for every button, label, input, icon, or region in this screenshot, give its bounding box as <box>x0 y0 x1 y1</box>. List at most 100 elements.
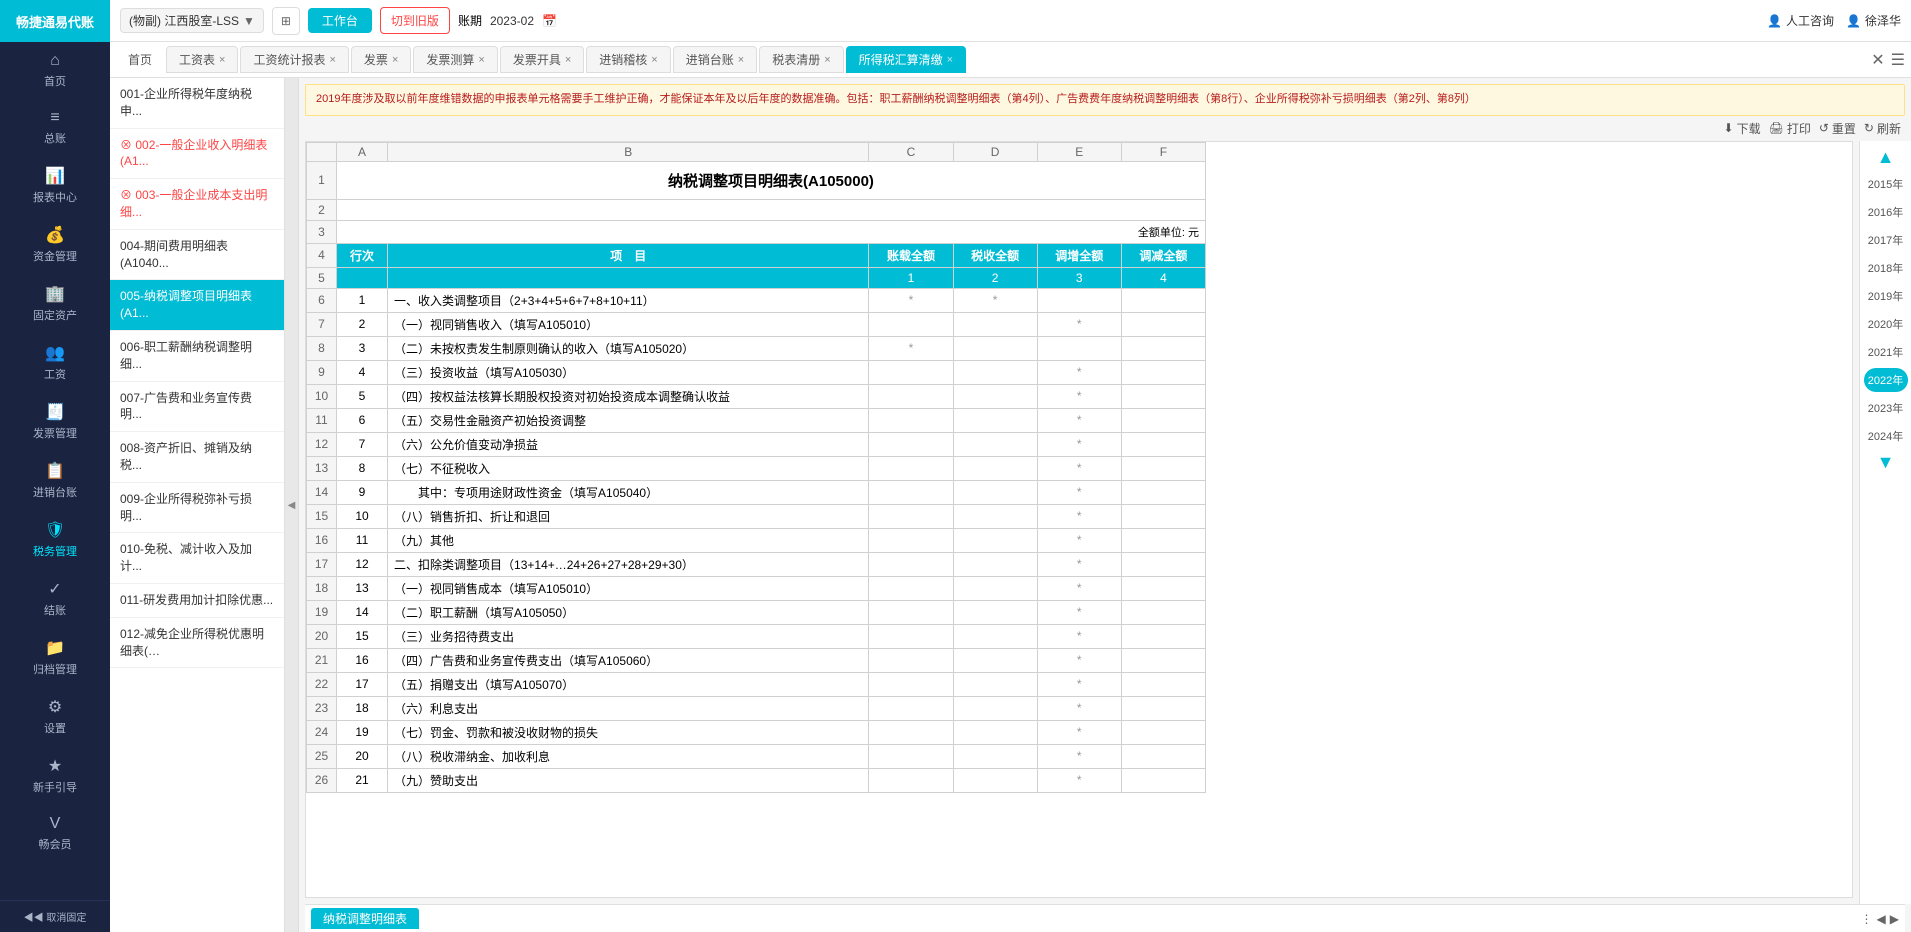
spreadsheet[interactable]: A B C D E F 1 纳税调 <box>305 141 1853 898</box>
left-item-010[interactable]: 010-免税、减计收入及加计... <box>110 533 284 584</box>
sidebar-item-invoice-ledger[interactable]: 📋 进销台账 <box>0 451 110 510</box>
tabbar-menu-icon[interactable]: ☰ <box>1891 50 1905 70</box>
sidebar-item-settings[interactable]: ⚙ 设置 <box>0 687 110 746</box>
tab-invoice-open-close[interactable]: × <box>565 54 571 66</box>
year-2022[interactable]: 2022年 <box>1864 368 1908 392</box>
col-header-b: B <box>388 142 869 161</box>
guide-icon: ★ <box>48 756 62 776</box>
year-2015[interactable]: 2015年 <box>1864 172 1908 196</box>
unit-cell: 全额单位: 元 <box>337 220 1206 243</box>
table-row: 12 7 （六）公允价值变动净损益 * <box>307 432 1206 456</box>
year-2023[interactable]: 2023年 <box>1864 396 1908 420</box>
tab-tax-clear[interactable]: 税表清册 × <box>759 46 843 73</box>
old-version-button[interactable]: 切到旧版 <box>380 7 450 34</box>
sidebar-item-general[interactable]: ≡ 总账 <box>0 99 110 156</box>
sidebar-item-invoice-mgmt[interactable]: 🧾 发票管理 <box>0 392 110 451</box>
left-item-012[interactable]: 012-减免企业所得税优惠明细表(… <box>110 618 284 669</box>
table-row: 20 15 （三）业务招待费支出 * <box>307 624 1206 648</box>
sidebar-item-settlement[interactable]: ✓ 结账 <box>0 569 110 628</box>
year-down-button[interactable]: ▼ <box>1875 450 1897 475</box>
sidebar-item-payroll[interactable]: 👥 工资 <box>0 333 110 392</box>
tab-invoice[interactable]: 发票 × <box>351 46 411 73</box>
left-item-011[interactable]: 011-研发费用加计扣除优惠... <box>110 584 284 618</box>
tab-payroll-stat[interactable]: 工资统计报表 × <box>240 46 348 73</box>
service-icon: 👤 <box>1767 14 1782 28</box>
table-row: 3 全额单位: 元 <box>307 220 1206 243</box>
tab-home[interactable]: 首页 <box>116 47 164 72</box>
customer-service[interactable]: 👤 人工咨询 <box>1767 12 1834 29</box>
company-icon-btn[interactable]: ⊞ <box>272 7 300 35</box>
sidebar-item-report[interactable]: 📊 报表中心 <box>0 156 110 215</box>
bottom-scroll-right[interactable]: ▶ <box>1890 912 1899 926</box>
user-profile[interactable]: 👤 徐泽华 <box>1846 12 1901 29</box>
col-header-d: D <box>953 142 1037 161</box>
year-2018[interactable]: 2018年 <box>1864 256 1908 280</box>
col-header-shuishou: 税收全额 <box>953 243 1037 267</box>
year-2020[interactable]: 2020年 <box>1864 312 1908 336</box>
left-item-007[interactable]: 007-广告费和业务宣传费明... <box>110 382 284 433</box>
left-item-005[interactable]: 005-纳税调整项目明细表(A1... <box>110 280 284 331</box>
year-2016[interactable]: 2016年 <box>1864 200 1908 224</box>
tab-invoice-in-close[interactable]: × <box>651 54 657 66</box>
left-item-003[interactable]: ⊗ 003-一般企业成本支出明细... <box>110 179 284 230</box>
avatar-icon: 👤 <box>1846 14 1861 28</box>
table-row: 6 1 一、收入类调整项目（2+3+4+5+6+7+8+10+11） * * <box>307 288 1206 312</box>
year-2021[interactable]: 2021年 <box>1864 340 1908 364</box>
tab-invoice-calc[interactable]: 发票测算 × <box>413 46 497 73</box>
sidebar-item-archive[interactable]: 📁 归档管理 <box>0 628 110 687</box>
tab-invoice-ledger-close[interactable]: × <box>738 54 744 66</box>
refresh-button[interactable]: ↻ 刷新 <box>1864 120 1901 137</box>
sidebar-item-tax[interactable]: 🛡 税务管理 <box>0 510 110 569</box>
sidebar-item-guide[interactable]: ★ 新手引导 <box>0 746 110 805</box>
tab-payroll-close[interactable]: × <box>219 54 225 66</box>
sidebar-item-fixed-asset[interactable]: 🏢 固定资产 <box>0 274 110 333</box>
year-2017[interactable]: 2017年 <box>1864 228 1908 252</box>
tab-income-tax-close[interactable]: × <box>947 54 953 66</box>
sidebar-item-asset[interactable]: 💰 资金管理 <box>0 215 110 274</box>
left-item-001[interactable]: 001-企业所得税年度纳税申... <box>110 78 284 129</box>
download-icon: ⬇ <box>1724 121 1734 135</box>
tab-invoice-calc-close[interactable]: × <box>478 54 484 66</box>
table-row: 19 14 （二）职工薪酬（填写A105050） * <box>307 600 1206 624</box>
table-row: 1 纳税调整项目明细表(A105000) <box>307 161 1206 199</box>
tab-invoice-in[interactable]: 进销稽核 × <box>586 46 670 73</box>
row-num: 1 <box>307 161 337 199</box>
collapse-handle[interactable]: ◀ <box>285 78 299 932</box>
table-row: 8 3 （二）未按权责发生制原则确认的收入（填写A105020） * <box>307 336 1206 360</box>
workbench-button[interactable]: 工作台 <box>308 8 372 33</box>
tab-tax-clear-close[interactable]: × <box>824 54 830 66</box>
left-item-004[interactable]: 004-期间费用明细表(A1040... <box>110 230 284 281</box>
company-arrow-icon: ▼ <box>243 14 255 28</box>
sidebar-item-member[interactable]: V 畅会员 <box>0 805 110 862</box>
tab-invoice-ledger[interactable]: 进销台账 × <box>673 46 757 73</box>
tab-payroll-stat-close[interactable]: × <box>329 54 335 66</box>
reset-button[interactable]: ↺ 重置 <box>1819 120 1856 137</box>
table-row: 21 16 （四）广告费和业务宣传费支出（填写A105060） * <box>307 648 1206 672</box>
year-up-button[interactable]: ▲ <box>1875 145 1897 170</box>
print-button[interactable]: 🖨 打印 <box>1769 120 1811 137</box>
col-header-e: E <box>1037 142 1121 161</box>
left-item-006[interactable]: 006-职工薪酬纳税调整明细... <box>110 331 284 382</box>
bottom-tab-item[interactable]: 纳税调整明细表 <box>311 908 419 929</box>
left-item-002[interactable]: ⊗ 002-一般企业收入明细表(A1... <box>110 129 284 180</box>
archive-icon: 📁 <box>45 638 65 658</box>
tab-invoice-close[interactable]: × <box>392 54 398 66</box>
bottom-menu-icon[interactable]: ⋮ <box>1861 912 1873 926</box>
company-selector[interactable]: (物副) 江西股室-LSS ▼ <box>120 8 264 33</box>
year-2024[interactable]: 2024年 <box>1864 424 1908 448</box>
sidebar-item-home[interactable]: ⌂ 首页 <box>0 42 110 99</box>
tab-income-tax[interactable]: 所得税汇算清缴 × <box>846 46 966 73</box>
table-row: 23 18 （六）利息支出 * <box>307 696 1206 720</box>
left-panel: 001-企业所得税年度纳税申... ⊗ 002-一般企业收入明细表(A1... … <box>110 78 285 932</box>
tab-invoice-open[interactable]: 发票开具 × <box>500 46 584 73</box>
row-num: 5 <box>307 267 337 288</box>
left-item-009[interactable]: 009-企业所得税弥补亏损明... <box>110 483 284 534</box>
unpin-button[interactable]: ◀◀ 取消固定 <box>0 900 110 932</box>
download-button[interactable]: ⬇ 下载 <box>1724 120 1761 137</box>
bottom-scroll-left[interactable]: ◀ <box>1877 912 1886 926</box>
tabbar-close-icon[interactable]: ✕ <box>1871 50 1884 70</box>
tab-payroll[interactable]: 工资表 × <box>166 46 238 73</box>
calendar-icon[interactable]: 📅 <box>542 14 557 28</box>
year-2019[interactable]: 2019年 <box>1864 284 1908 308</box>
left-item-008[interactable]: 008-资产折旧、摊销及纳税... <box>110 432 284 483</box>
